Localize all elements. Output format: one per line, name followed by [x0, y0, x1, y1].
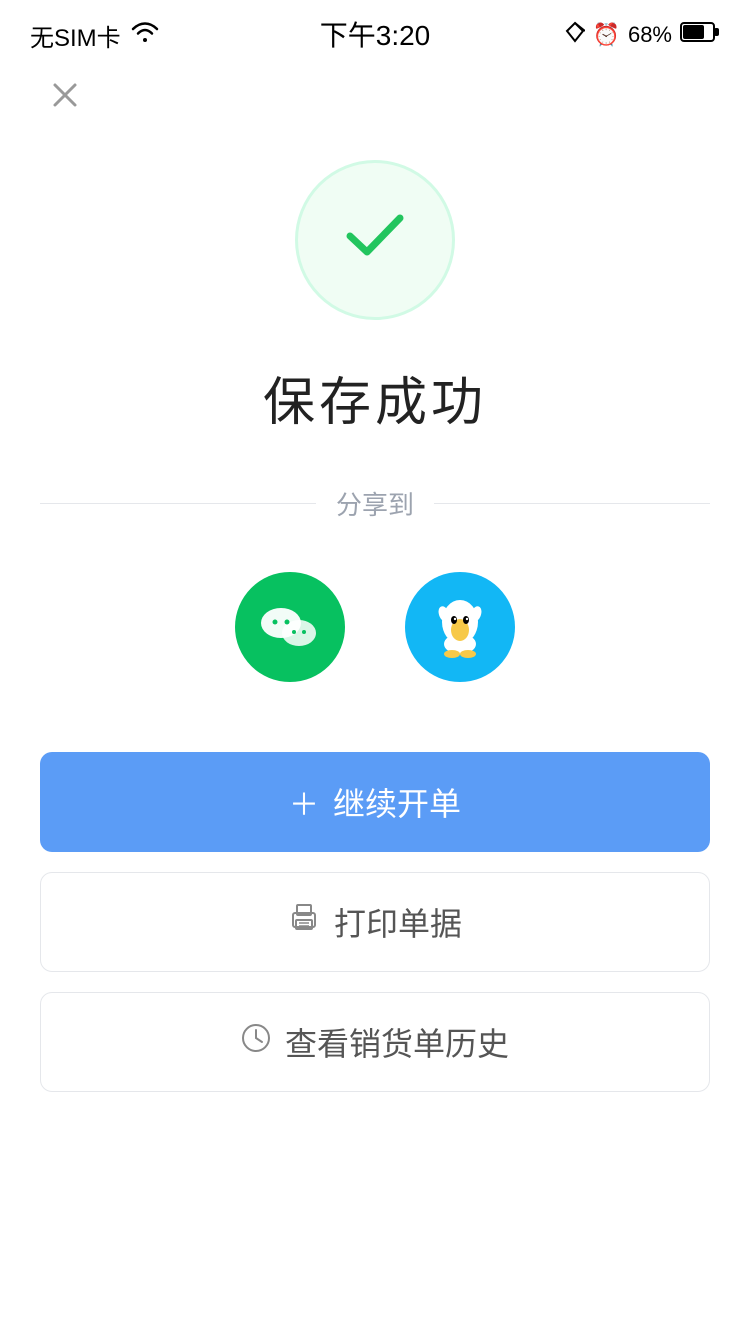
share-section: 分享到 [0, 485, 750, 682]
wechat-share-button[interactable] [235, 572, 345, 682]
battery-icon [680, 21, 720, 49]
divider-left [40, 503, 316, 504]
clock-icon [241, 1023, 271, 1061]
success-title: 保存成功 [263, 360, 487, 435]
qq-share-button[interactable] [405, 572, 515, 682]
action-buttons: ＋ 继续开单 打印单据 [0, 722, 750, 1092]
history-button[interactable]: 查看销货单历史 [40, 992, 710, 1092]
continue-button[interactable]: ＋ 继续开单 [40, 752, 710, 852]
status-left: 无SIM卡 [30, 18, 159, 53]
divider-row: 分享到 [40, 485, 710, 522]
carrier-text: 无SIM卡 [30, 18, 121, 53]
plus-icon: ＋ [289, 780, 319, 824]
main-content: 保存成功 分享到 [0, 60, 750, 1092]
share-icons-row [40, 572, 710, 682]
success-icon-circle [295, 160, 455, 320]
share-label: 分享到 [336, 485, 414, 522]
checkmark-icon [335, 194, 415, 287]
printer-icon [288, 903, 320, 941]
wifi-icon [131, 21, 159, 49]
battery-percent: 68% [628, 22, 672, 48]
continue-label: 继续开单 [333, 779, 461, 825]
status-right: ⏰ 68% [565, 21, 720, 49]
print-button[interactable]: 打印单据 [40, 872, 710, 972]
status-bar: 无SIM卡 下午3:20 ⏰ 68% [0, 0, 750, 60]
print-label: 打印单据 [334, 899, 462, 945]
status-time: 下午3:20 [320, 14, 431, 54]
location-icon [565, 21, 585, 49]
divider-right [434, 503, 710, 504]
alarm-icon: ⏰ [593, 22, 620, 48]
close-button[interactable] [40, 70, 90, 120]
history-label: 查看销货单历史 [285, 1019, 509, 1065]
